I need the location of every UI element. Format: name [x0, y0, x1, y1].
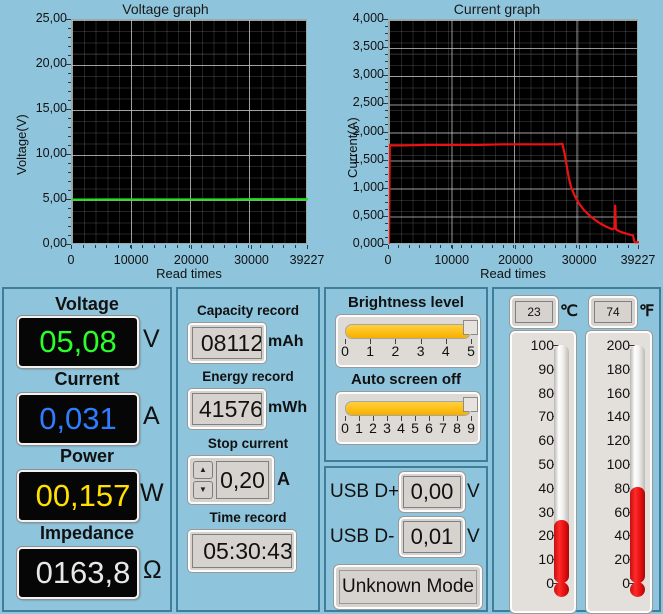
current-unit: A	[143, 402, 160, 430]
brightness-slider-thumb[interactable]	[463, 320, 478, 335]
graphs-region: Voltage graph Voltage(V) 0,00 5,00 10,00 15…	[0, 0, 663, 283]
fahrenheit-unit: ℉	[639, 303, 655, 320]
current-graph: Current graph Current(A) 0,000 0,500 1,000…	[331, 0, 663, 283]
celsius-tube	[554, 345, 569, 583]
voltage-x-axis-label: Read times	[156, 266, 222, 281]
auto-screen-off-slider-fill	[346, 402, 470, 415]
voltage-graph: Voltage graph Voltage(V) 0,00 5,00 10,00 15…	[0, 0, 331, 283]
fahrenheit-bulb	[630, 582, 645, 597]
usb-panel: USB D+ 0,00 V USB D- 0,01 V Unknown Mode	[324, 466, 488, 612]
impedance-value: 0163,8	[35, 555, 131, 590]
capacity-record-field[interactable]: 08112	[188, 323, 266, 363]
time-record-field[interactable]: 05:30:43	[188, 530, 296, 572]
bottom-region: Voltage 05,08 V Current 0,031 A Power 00…	[0, 285, 663, 614]
energy-record-unit: mWh	[268, 399, 308, 416]
voltage-label: Voltage	[55, 294, 119, 314]
voltage-series-path	[72, 198, 308, 201]
auto-screen-off-slider-thumb[interactable]	[463, 397, 478, 412]
fahrenheit-mercury	[630, 486, 645, 583]
triangle-down-icon[interactable]: ▼	[193, 481, 213, 499]
usb-dminus-field[interactable]: 0,01	[399, 517, 465, 557]
usb-dminus-unit: V	[467, 526, 480, 547]
celsius-bulb	[554, 582, 569, 597]
capacity-record-unit: mAh	[268, 333, 304, 350]
impedance-unit: Ω	[143, 556, 162, 584]
power-readout: 00,157	[17, 470, 139, 522]
energy-record-value: 41576	[199, 395, 262, 422]
stop-current-spinner[interactable]: ▲ ▼ 0,20	[188, 456, 274, 504]
celsius-scale: 100 90 80 70 60 50 40 30 20 10 0	[514, 333, 559, 611]
usb-dplus-field[interactable]: 0,00	[399, 472, 465, 512]
stop-current-value[interactable]: 0,20	[216, 461, 269, 499]
capacity-record-value: 08112	[200, 329, 262, 356]
celsius-field[interactable]: 23	[510, 296, 558, 328]
usb-dplus-unit: V	[467, 481, 480, 502]
usb-dplus-value: 0,00	[403, 476, 461, 508]
fahrenheit-scale: 200 180 160 140 120 100 80 60 40 20 0	[590, 333, 635, 611]
fahrenheit-value: 74	[594, 301, 632, 323]
impedance-label: Impedance	[39, 523, 135, 543]
energy-record-label: Energy record	[202, 369, 294, 384]
usb-mode-button[interactable]: Unknown Mode	[334, 565, 482, 609]
time-record-label: Time record	[209, 510, 287, 525]
auto-screen-off-slider-track[interactable]	[345, 397, 478, 416]
voltage-plot-area	[71, 19, 308, 244]
celsius-unit: ℃	[560, 303, 578, 320]
stop-current-unit: A	[277, 469, 290, 489]
fahrenheit-field[interactable]: 74	[589, 296, 637, 328]
settings-panel: Brightness level 012345 Auto screen off …	[324, 287, 488, 462]
triangle-up-icon[interactable]: ▲	[193, 461, 213, 479]
voltage-unit: V	[143, 325, 160, 353]
celsius-thermometer: 100 90 80 70 60 50 40 30 20 10 0	[510, 331, 576, 613]
time-record-value: 05:30:43	[203, 537, 292, 564]
auto-screen-off-slider[interactable]: 0123456789	[336, 392, 480, 444]
usb-dplus-label: USB D+	[330, 481, 400, 502]
records-panel: Capacity record 08112 mAh Energy record …	[176, 287, 320, 612]
usb-mode-button-label: Unknown Mode	[339, 570, 477, 604]
current-value: 0,031	[39, 401, 117, 436]
current-plot-area	[388, 19, 639, 244]
celsius-mercury	[554, 520, 569, 583]
usb-dminus-value: 0,01	[403, 521, 461, 553]
brightness-slider-fill	[346, 325, 470, 338]
capacity-record-label: Capacity record	[196, 303, 300, 318]
auto-screen-off-label: Auto screen off	[350, 371, 461, 388]
voltage-y-axis-label: Voltage(V)	[14, 114, 29, 175]
voltage-readout: 05,08	[17, 316, 139, 368]
fahrenheit-thermometer: 200 180 160 140 120 100 80 60 40 20 0	[586, 331, 652, 613]
brightness-slider[interactable]: 012345	[336, 315, 480, 367]
brightness-slider-track[interactable]	[345, 320, 478, 339]
measurements-panel: Voltage 05,08 V Current 0,031 A Power 00…	[2, 287, 172, 612]
app-root: Voltage graph Voltage(V) 0,00 5,00 10,00 15…	[0, 0, 663, 614]
current-series-path	[389, 142, 639, 244]
voltage-value: 05,08	[39, 324, 117, 359]
stop-current-label: Stop current	[207, 436, 289, 451]
impedance-readout: 0163,8	[17, 547, 139, 599]
power-unit: W	[140, 479, 164, 507]
current-readout: 0,031	[17, 393, 139, 445]
fahrenheit-tube	[630, 345, 645, 583]
current-label: Current	[54, 369, 120, 389]
temperature-panel: 23 ℃ 74 ℉ 100 90 80 70 60 50 40 30 20 10 0 200 180 1…	[492, 287, 661, 613]
brightness-label: Brightness level	[348, 294, 464, 311]
auto-screen-off-slider-labels: 0123456789	[341, 420, 475, 436]
power-value: 00,157	[35, 478, 131, 513]
current-x-axis-label: Read times	[480, 266, 546, 281]
celsius-value: 23	[515, 301, 553, 323]
power-label: Power	[59, 446, 115, 466]
energy-record-field[interactable]: 41576	[188, 389, 266, 429]
brightness-slider-labels: 012345	[341, 343, 475, 359]
usb-dminus-label: USB D-	[330, 526, 395, 547]
